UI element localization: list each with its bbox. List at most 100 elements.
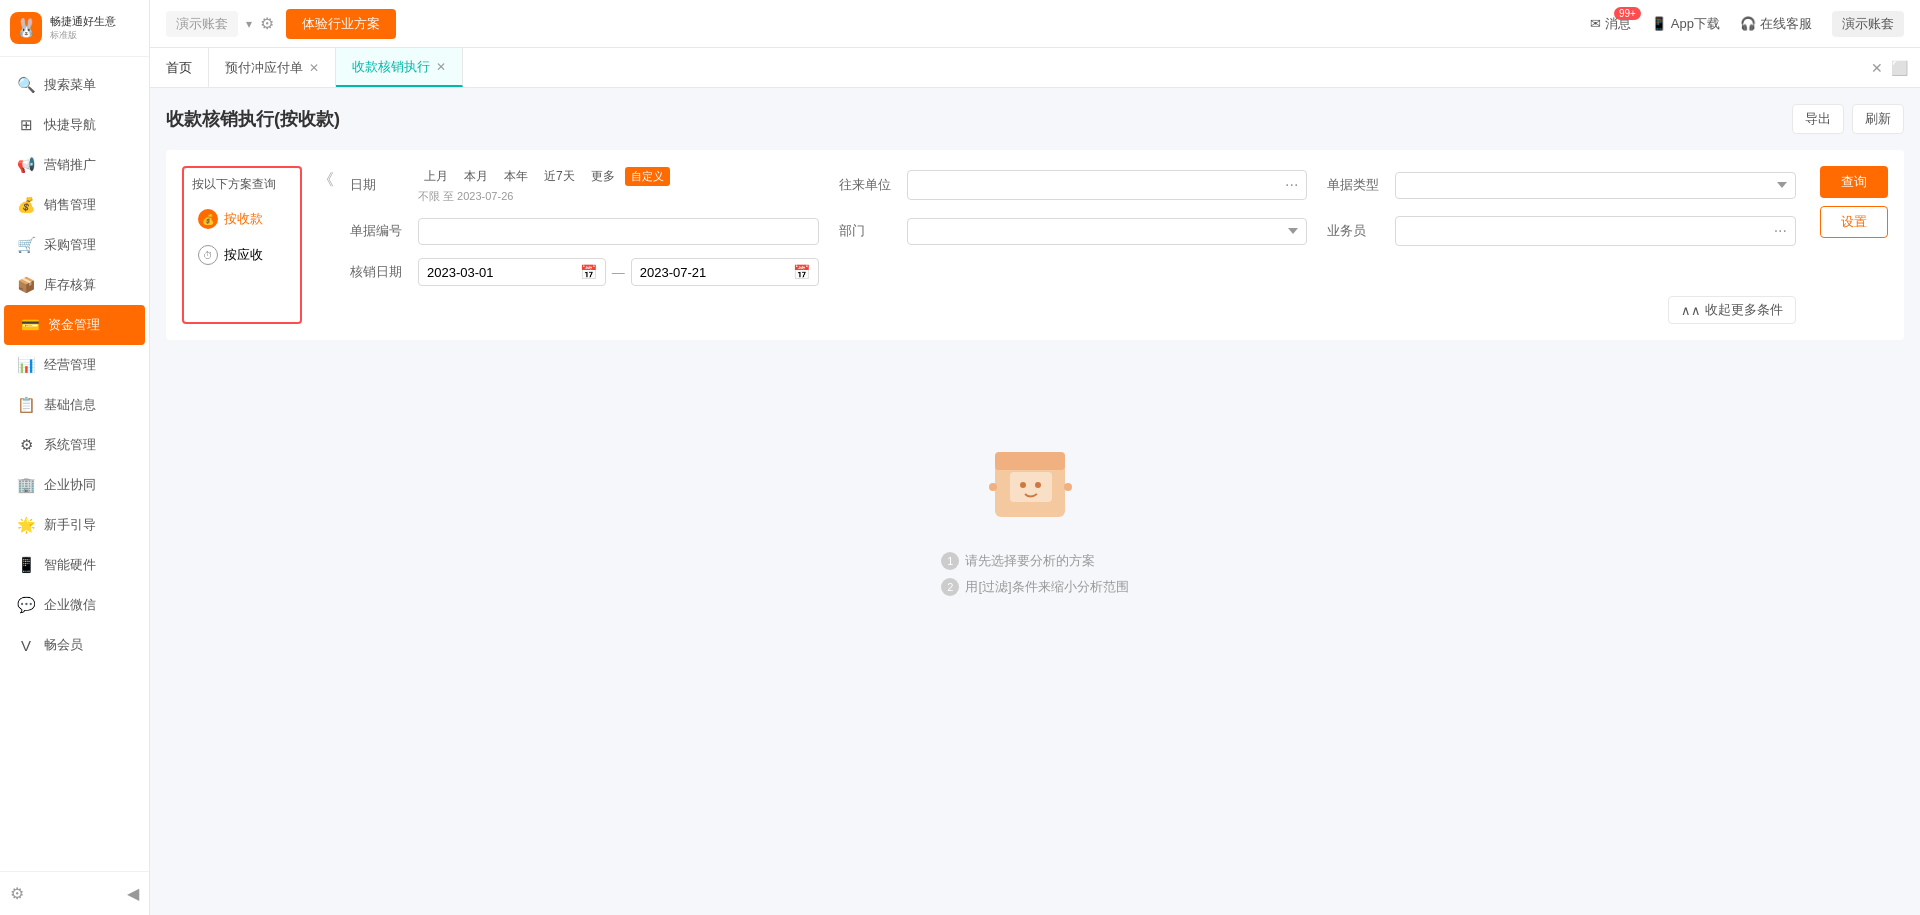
company-name: 演示账套 xyxy=(166,11,238,37)
service-icon: 🎧 xyxy=(1740,16,1756,31)
tabbar: 首页 预付冲应付单 ✕ 收款核销执行 ✕ ✕ ⬜ xyxy=(150,48,1920,88)
sidebar-item-hardware[interactable]: 📱 智能硬件 xyxy=(0,545,149,585)
tab-collection-close-icon[interactable]: ✕ xyxy=(436,60,446,74)
staff-text-input[interactable] xyxy=(1404,224,1767,239)
sidebar-item-member[interactable]: V 畅会员 xyxy=(0,625,149,665)
user-name[interactable]: 演示账套 xyxy=(1832,11,1904,37)
staff-ellipsis-icon[interactable]: ··· xyxy=(1774,222,1787,240)
voucher-no-label: 单据编号 xyxy=(350,222,410,240)
date-this-month[interactable]: 本月 xyxy=(458,166,494,187)
query-by-receivable-label: 按应收 xyxy=(224,246,263,264)
query-sidebar-title: 按以下方案查询 xyxy=(192,176,292,193)
query-form: 日期 上月 本月 本年 近7天 更多 自定义 不限 至 2023-07-26 xyxy=(350,166,1796,324)
voucher-type-select[interactable] xyxy=(1395,172,1796,199)
write-off-start-value: 2023-03-01 xyxy=(427,265,494,280)
write-off-end-input[interactable]: 2023-07-21 📅 xyxy=(631,258,819,286)
collapse-more-label: 收起更多条件 xyxy=(1705,301,1783,319)
message-icon: ✉ xyxy=(1590,16,1601,31)
sidebar-item-search[interactable]: 🔍 搜索菜单 xyxy=(0,65,149,105)
collapse-up-icon: ∧∧ xyxy=(1681,303,1701,318)
sidebar-item-finance[interactable]: 💳 资金管理 xyxy=(4,305,145,345)
write-off-date-label: 核销日期 xyxy=(350,263,410,281)
sidebar-label-finance: 资金管理 xyxy=(48,316,100,334)
tab-home-label: 首页 xyxy=(166,59,192,77)
dropdown-icon[interactable]: ▾ xyxy=(246,17,252,31)
app-label: App下载 xyxy=(1671,15,1720,33)
sidebar-item-purchase[interactable]: 🛒 采购管理 xyxy=(0,225,149,265)
sidebar-item-enterprise[interactable]: 🏢 企业协同 xyxy=(0,465,149,505)
date-more[interactable]: 更多 xyxy=(585,166,621,187)
query-by-receivable[interactable]: ⏱ 按应收 xyxy=(192,237,292,273)
sidebar-item-wechat[interactable]: 💬 企业微信 xyxy=(0,585,149,625)
voucher-type-row: 单据类型 xyxy=(1327,166,1796,204)
online-service-button[interactable]: 🎧 在线客服 xyxy=(1740,15,1812,33)
counterpart-ellipsis-icon[interactable]: ··· xyxy=(1285,176,1298,194)
sidebar-collapse-button[interactable]: 《 xyxy=(314,170,338,191)
marketing-icon: 📢 xyxy=(16,155,36,175)
collapse-more-button[interactable]: ∧∧ 收起更多条件 xyxy=(1668,296,1796,324)
svg-point-6 xyxy=(1064,483,1072,491)
staff-input[interactable]: ··· xyxy=(1395,216,1796,246)
tab-collection[interactable]: 收款核销执行 ✕ xyxy=(336,48,463,87)
dept-select[interactable] xyxy=(907,218,1308,245)
query-by-receipt[interactable]: 💰 按收款 xyxy=(192,201,292,237)
write-off-end-value: 2023-07-21 xyxy=(640,265,707,280)
write-off-date-row: 核销日期 2023-03-01 📅 — 2023-07-21 📅 xyxy=(350,258,819,286)
sidebar-item-operation[interactable]: 📊 经营管理 xyxy=(0,345,149,385)
write-off-start-input[interactable]: 2023-03-01 📅 xyxy=(418,258,606,286)
settings-icon[interactable]: ⚙ xyxy=(10,884,24,903)
tab-prepay[interactable]: 预付冲应付单 ✕ xyxy=(209,48,336,87)
sidebar-item-sales[interactable]: 💰 销售管理 xyxy=(0,185,149,225)
counterpart-text-input[interactable] xyxy=(916,178,1279,193)
date-row: 日期 上月 本月 本年 近7天 更多 自定义 不限 至 2023-07-26 xyxy=(350,166,819,204)
message-button[interactable]: ✉ 消息 99+ xyxy=(1590,15,1631,33)
tab-prepay-close-icon[interactable]: ✕ xyxy=(309,61,319,75)
operation-icon: 📊 xyxy=(16,355,36,375)
purchase-icon: 🛒 xyxy=(16,235,36,255)
collapse-sidebar-icon[interactable]: ◀ xyxy=(127,884,139,903)
sidebar-item-basic[interactable]: 📋 基础信息 xyxy=(0,385,149,425)
empty-hint1: 请先选择要分析的方案 xyxy=(965,552,1095,570)
sidebar-label-quick-nav: 快捷导航 xyxy=(44,116,96,134)
sidebar-item-guide[interactable]: 🌟 新手引导 xyxy=(0,505,149,545)
refresh-button[interactable]: 刷新 xyxy=(1852,104,1904,134)
collapse-row: ∧∧ 收起更多条件 xyxy=(350,296,1796,324)
tab-home[interactable]: 首页 xyxy=(150,48,209,87)
sidebar-label-basic: 基础信息 xyxy=(44,396,96,414)
date-range: 2023-03-01 📅 — 2023-07-21 📅 xyxy=(418,258,819,286)
query-button[interactable]: 查询 xyxy=(1820,166,1888,198)
counterpart-input[interactable]: ··· xyxy=(907,170,1308,200)
end-cal-icon[interactable]: 📅 xyxy=(793,264,810,280)
sidebar-menu: 🔍 搜索菜单 ⊞ 快捷导航 📢 营销推广 💰 销售管理 🛒 采购管理 📦 库存核… xyxy=(0,57,149,871)
topbar-settings-icon[interactable]: ⚙ xyxy=(260,14,274,33)
export-button[interactable]: 导出 xyxy=(1792,104,1844,134)
sidebar-label-sales: 销售管理 xyxy=(44,196,96,214)
app-download-button[interactable]: 📱 App下载 xyxy=(1651,15,1720,33)
date-last-month[interactable]: 上月 xyxy=(418,166,454,187)
tab-close-window-icon[interactable]: ✕ xyxy=(1871,60,1883,76)
query-by-receipt-label: 按收款 xyxy=(224,210,263,228)
voucher-no-input[interactable] xyxy=(418,218,819,245)
date-7days[interactable]: 近7天 xyxy=(538,166,581,187)
basic-icon: 📋 xyxy=(16,395,36,415)
sidebar-item-system[interactable]: ⚙ 系统管理 xyxy=(0,425,149,465)
start-cal-icon[interactable]: 📅 xyxy=(580,264,597,280)
solution-button[interactable]: 体验行业方案 xyxy=(286,9,396,39)
form-settings-button[interactable]: 设置 xyxy=(1820,206,1888,238)
sidebar-item-inventory[interactable]: 📦 库存核算 xyxy=(0,265,149,305)
sidebar-bottom: ⚙ ◀ xyxy=(0,871,149,915)
date-this-year[interactable]: 本年 xyxy=(498,166,534,187)
query-actions: 查询 设置 xyxy=(1820,166,1888,324)
sidebar-label-search: 搜索菜单 xyxy=(44,76,96,94)
sidebar-label-guide: 新手引导 xyxy=(44,516,96,534)
tab-maximize-icon[interactable]: ⬜ xyxy=(1891,60,1908,76)
svg-point-3 xyxy=(1020,482,1026,488)
finance-icon: 💳 xyxy=(20,315,40,335)
sidebar-label-hardware: 智能硬件 xyxy=(44,556,96,574)
date-label: 日期 xyxy=(350,176,410,194)
sidebar-label-operation: 经营管理 xyxy=(44,356,96,374)
sidebar-item-quick-nav[interactable]: ⊞ 快捷导航 xyxy=(0,105,149,145)
member-icon: V xyxy=(16,635,36,655)
receipt-icon: 💰 xyxy=(198,209,218,229)
sidebar-item-marketing[interactable]: 📢 营销推广 xyxy=(0,145,149,185)
